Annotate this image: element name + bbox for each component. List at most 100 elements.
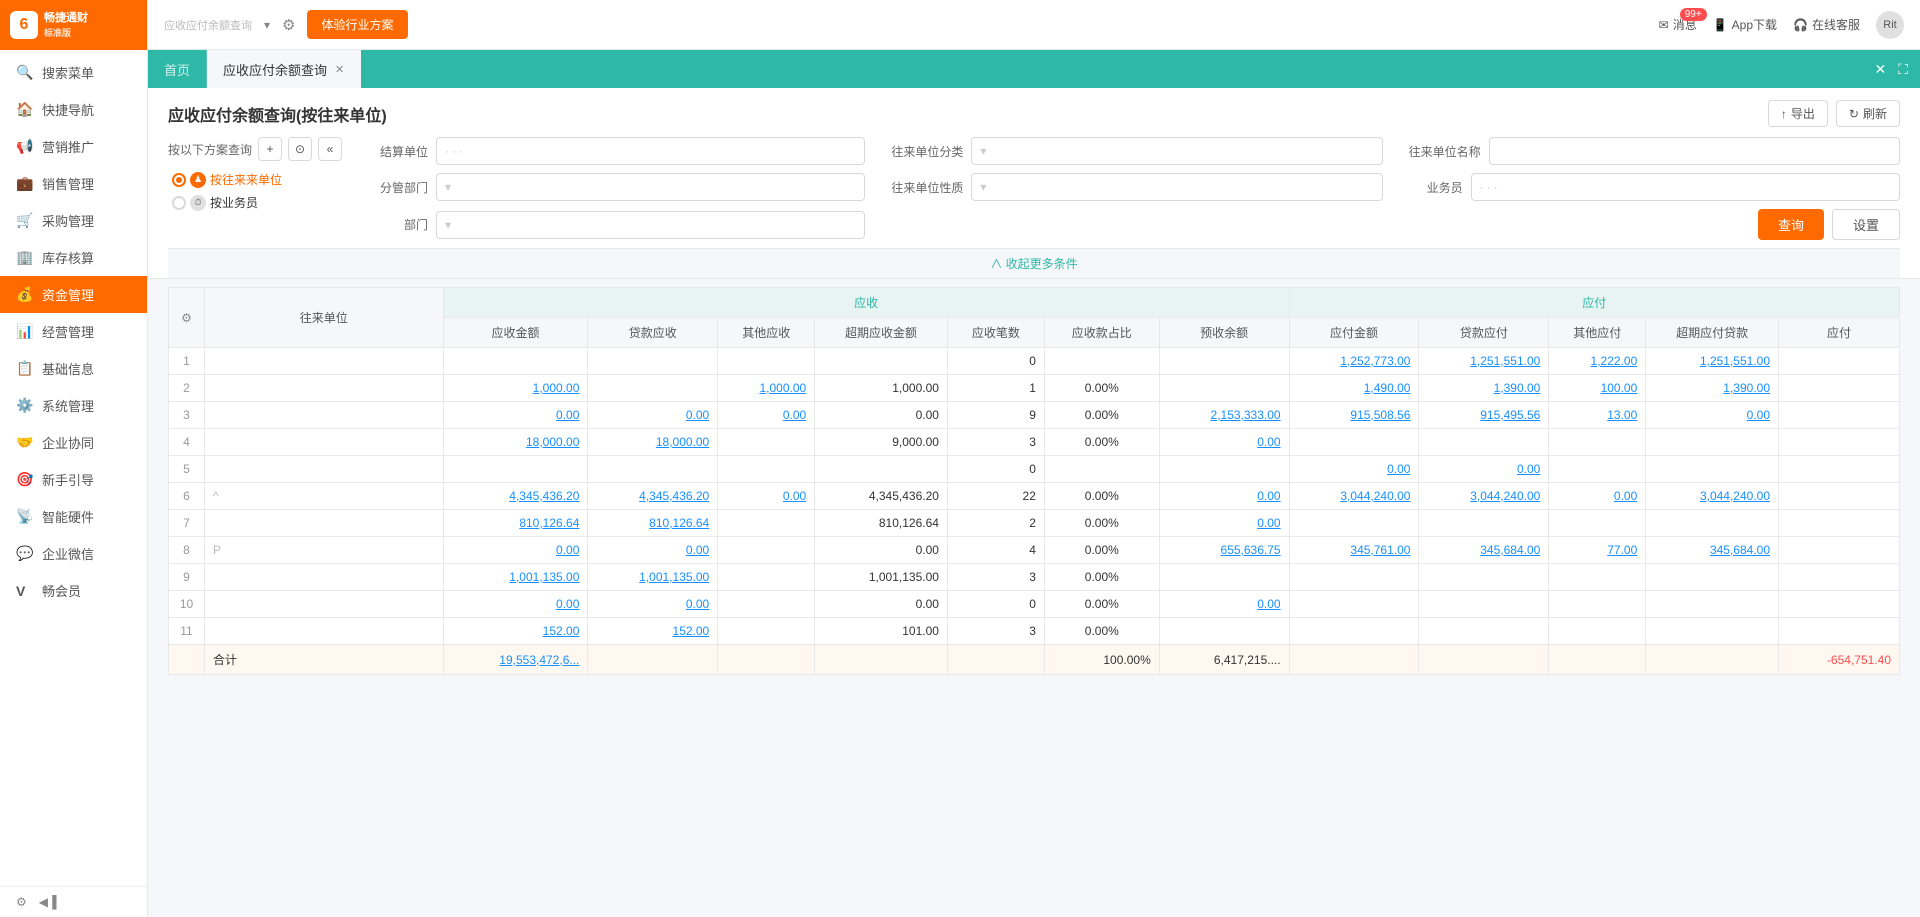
- member-icon: V: [16, 583, 34, 599]
- table-settings-icon[interactable]: ⚙: [181, 311, 192, 325]
- tab-ar-ap[interactable]: 应收应付余额查询 ✕: [207, 50, 361, 88]
- online-service-button[interactable]: 🎧 在线客服: [1793, 16, 1860, 33]
- input-bm[interactable]: ▾: [436, 211, 865, 239]
- th-ar-ratio: 应收款占比: [1044, 318, 1159, 348]
- filter-lwdwxz: 往来单位性质 ▾: [881, 173, 1382, 201]
- by-unit-radio[interactable]: [172, 173, 186, 187]
- input-jsdw[interactable]: ···: [436, 137, 865, 165]
- sidebar-item-wechat[interactable]: 💬企业微信: [0, 535, 147, 572]
- label-lwdwfl: 往来单位分类: [881, 143, 971, 160]
- input-fgbm[interactable]: ▾: [436, 173, 865, 201]
- settings-scheme-button[interactable]: ⊙: [288, 137, 312, 161]
- page-actions: ↑ 导出 ↻ 刷新: [1768, 100, 1900, 127]
- add-scheme-button[interactable]: +: [258, 137, 282, 161]
- footer-ap-total: -654,751.40: [1779, 645, 1900, 675]
- main-content: 应收应付余额查询(按往来单位) ↑ 导出 ↻ 刷新 按以下方案查询 + ⊙: [148, 88, 1920, 917]
- chevron-down-icon[interactable]: ▾: [264, 18, 270, 32]
- breadcrumb: 应收应付余额查询: [164, 17, 252, 33]
- sidebar-item-hardware[interactable]: 📡智能硬件: [0, 498, 147, 535]
- th-ar-loan: 贷款应收: [588, 318, 718, 348]
- sales-icon: 💼: [16, 175, 34, 192]
- sidebar-item-marketing[interactable]: 📢营销推广: [0, 128, 147, 165]
- query-button[interactable]: 查询: [1758, 209, 1824, 240]
- collapse-icon[interactable]: ◀▐: [39, 895, 57, 909]
- headset-icon: 🎧: [1793, 18, 1808, 32]
- maximize-icon[interactable]: ⛶: [1898, 61, 1908, 78]
- by-staff-option[interactable]: ⏱ 按业务员: [168, 194, 348, 211]
- input-lwdwfl[interactable]: ▾: [971, 137, 1382, 165]
- input-ywy[interactable]: ···: [1471, 173, 1900, 201]
- by-staff-radio[interactable]: [172, 196, 186, 210]
- label-jsdw: 结算单位: [364, 143, 436, 160]
- page-title: 应收应付余额查询(按往来单位): [168, 102, 387, 126]
- table-row: 30.000.000.000.0090.00%2,153,333.00915,5…: [169, 402, 1900, 429]
- tab-close-icon[interactable]: ✕: [335, 63, 344, 76]
- label-lwdwxz: 往来单位性质: [881, 179, 971, 196]
- footer-ar-total[interactable]: 19,553,472,6...: [443, 645, 588, 675]
- th-ap-overdue: 超期应付贷款: [1646, 318, 1779, 348]
- sidebar-item-purchase[interactable]: 🛒采购管理: [0, 202, 147, 239]
- refresh-button[interactable]: ↻ 刷新: [1836, 100, 1900, 127]
- sidebar-item-coop[interactable]: 🤝企业协同: [0, 424, 147, 461]
- sidebar-item-business[interactable]: 📊经营管理: [0, 313, 147, 350]
- table-footer-row: 合计 19,553,472,6... 100.00% 6,417,215....…: [169, 645, 1900, 675]
- tab-controls: ✕ ⛶: [1874, 61, 1920, 78]
- table-row: 91,001,135.001,001,135.001,001,135.0030.…: [169, 564, 1900, 591]
- th-ap-amount: 应付金额: [1289, 318, 1419, 348]
- sidebar-item-basic-info[interactable]: 📋基础信息: [0, 350, 147, 387]
- filter-bm: 部门 ▾: [364, 211, 865, 239]
- label-lwdwmc: 往来单位名称: [1399, 143, 1489, 160]
- collapse-more-bar[interactable]: ∧ 收起更多条件: [168, 248, 1900, 278]
- by-unit-option[interactable]: ♟ 按往来来单位: [168, 171, 348, 188]
- close-window-icon[interactable]: ✕: [1874, 61, 1886, 78]
- breadcrumb-text: 应收应付余额查询: [164, 20, 252, 32]
- input-lwdwxz[interactable]: ▾: [971, 173, 1382, 201]
- collapse-scheme-button[interactable]: «: [318, 137, 342, 161]
- th-ar-overdue: 超期应收金额: [815, 318, 948, 348]
- th-ap-extra: 应付: [1779, 318, 1900, 348]
- filter-action-buttons: 查询 设置: [1399, 209, 1900, 240]
- th-ar-count: 应收笔数: [947, 318, 1044, 348]
- filter-lwdwmc: 往来单位名称: [1399, 137, 1900, 165]
- sidebar-item-member[interactable]: V畅会员: [0, 572, 147, 609]
- chevron-up-icon: ∧: [990, 257, 1002, 271]
- message-button[interactable]: ✉ 消息 99+: [1659, 16, 1697, 33]
- th-ap-other: 其他应付: [1549, 318, 1646, 348]
- sidebar-item-sales[interactable]: 💼销售管理: [0, 165, 147, 202]
- input-lwdwmc[interactable]: [1489, 137, 1900, 165]
- sidebar-item-guide[interactable]: 🎯新手引导: [0, 461, 147, 498]
- sidebar: 6 畅捷通财 标准版 🔍搜索菜单 🏠快捷导航 📢营销推广 💼销售管理 🛒采购管理…: [0, 0, 148, 917]
- label-ywy: 业务员: [1399, 179, 1471, 196]
- sidebar-nav: 🔍搜索菜单 🏠快捷导航 📢营销推广 💼销售管理 🛒采购管理 🏢库存核算 💰资金管…: [0, 50, 147, 886]
- sidebar-footer: ⚙ ◀▐: [0, 886, 147, 917]
- sidebar-item-quick-nav[interactable]: 🏠快捷导航: [0, 91, 147, 128]
- sidebar-item-inventory[interactable]: 🏢库存核算: [0, 239, 147, 276]
- solution-button[interactable]: 体验行业方案: [307, 10, 407, 39]
- label-bm: 部门: [364, 216, 436, 233]
- tab-home[interactable]: 首页: [148, 50, 207, 88]
- filter-jsdw: 结算单位 ···: [364, 137, 865, 165]
- sidebar-item-finance[interactable]: 💰资金管理: [0, 276, 147, 313]
- guide-icon: 🎯: [16, 471, 34, 488]
- table-row: 500.000.00: [169, 456, 1900, 483]
- business-icon: 📊: [16, 323, 34, 340]
- th-ar-prepay: 预收余额: [1159, 318, 1289, 348]
- data-table: ⚙ 往来单位 应收 应付 应收金额 贷款应收 其他应收 超期应收金额 应收笔数 …: [168, 287, 1900, 675]
- user-avatar[interactable]: Rit: [1876, 11, 1904, 39]
- export-button[interactable]: ↑ 导出: [1768, 100, 1828, 127]
- th-partner: 往来单位: [205, 288, 444, 348]
- set-button[interactable]: 设置: [1832, 209, 1900, 240]
- top-header: 应收应付余额查询 ▾ ⚙ 体验行业方案 ✉ 消息 99+ 📱 App下载 🎧 在…: [148, 0, 1920, 50]
- table-row: 8P0.000.000.0040.00%655,636.75345,761.00…: [169, 537, 1900, 564]
- sidebar-item-search[interactable]: 🔍搜索菜单: [0, 54, 147, 91]
- system-icon: ⚙️: [16, 397, 34, 414]
- th-settings[interactable]: ⚙: [169, 288, 205, 348]
- page-title-row: 应收应付余额查询(按往来单位) ↑ 导出 ↻ 刷新: [168, 100, 1900, 137]
- by-staff-label: 按业务员: [210, 194, 258, 211]
- sidebar-item-system[interactable]: ⚙️系统管理: [0, 387, 147, 424]
- wechat-icon: 💬: [16, 545, 34, 562]
- gear-icon[interactable]: ⚙: [282, 16, 295, 34]
- app-download-button[interactable]: 📱 App下载: [1713, 16, 1777, 33]
- settings-icon[interactable]: ⚙: [16, 895, 27, 909]
- th-ap-loan: 贷款应付: [1419, 318, 1549, 348]
